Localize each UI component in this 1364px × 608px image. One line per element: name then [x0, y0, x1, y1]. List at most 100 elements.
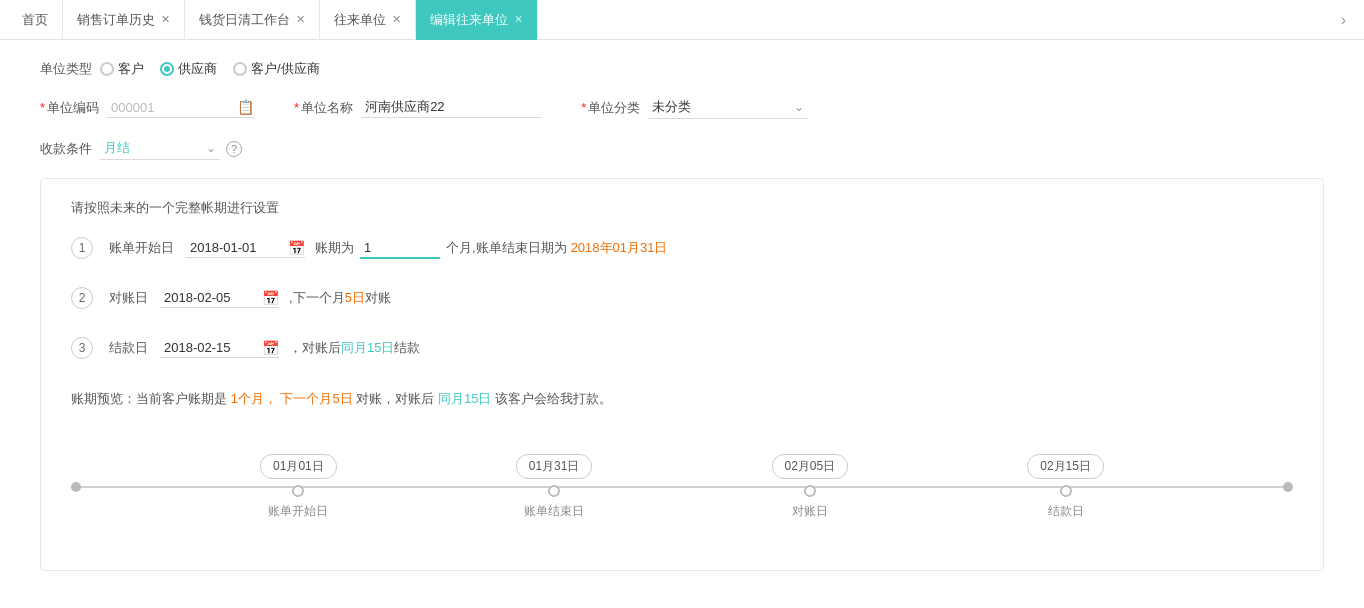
timeline-sub-2: 账单结束日	[524, 503, 584, 520]
timeline-sub-4: 结款日	[1048, 503, 1084, 520]
unit-category-value: 未分类	[652, 98, 788, 116]
step-row-2: 2 对账日 📅 ,下一个月5日 对账	[71, 287, 1293, 309]
timeline-sub-1: 账单开始日	[268, 503, 328, 520]
step1-mid-text: 账期为	[315, 239, 354, 257]
step3-prefix: ，对账后	[289, 339, 341, 357]
step3-highlight: 同月15日	[341, 339, 394, 357]
step-row-3: 3 结款日 📅 ，对账后 同月15日 结款	[71, 337, 1293, 359]
step1-suffix: 个月,账单结束日期为	[446, 239, 567, 257]
timeline-nodes: 01月01日 账单开始日 01月31日 账单结束日 02月05日 对账日	[71, 454, 1293, 520]
copy-icon[interactable]: 📋	[237, 99, 254, 115]
timeline-dot-3	[804, 485, 816, 497]
help-icon[interactable]: ?	[226, 141, 242, 157]
timeline-dot-2	[548, 485, 560, 497]
page-content: 单位类型 客户 供应商 客户/供应商 * 单位编码	[0, 40, 1364, 608]
timeline-badge-1: 01月01日	[260, 454, 337, 479]
timeline-badge-2: 01月31日	[516, 454, 593, 479]
payment-group: 收款条件 月结 ⌄ ?	[40, 137, 242, 160]
unit-name-input[interactable]	[361, 98, 541, 118]
unit-category-group: * 单位分类 未分类 ⌄	[581, 96, 808, 119]
payment-label: 收款条件	[40, 140, 92, 158]
unit-type-label: 单位类型	[40, 60, 92, 78]
radio-supplier[interactable]: 供应商	[160, 60, 217, 78]
step2-prefix: ,下一个月	[289, 289, 345, 307]
timeline-badge-3: 02月05日	[772, 454, 849, 479]
step3-date-input[interactable]	[160, 338, 260, 357]
step3-cal-icon[interactable]: 📅	[262, 340, 279, 356]
unit-code-label: 单位编码	[47, 99, 99, 117]
close-edit-partner[interactable]: ✕	[514, 13, 523, 26]
required-code: *	[40, 100, 45, 115]
unit-name-group: * 单位名称	[294, 98, 541, 118]
unit-category-select[interactable]: 未分类 ⌄	[648, 96, 808, 119]
timeline-right-end	[1283, 482, 1293, 492]
category-arrow-icon: ⌄	[794, 100, 804, 114]
unit-code-group: * 单位编码 📋	[40, 98, 254, 118]
tab-bar: 首页 销售订单历史 ✕ 钱货日清工作台 ✕ 往来单位 ✕ 编辑往来单位 ✕ ›	[0, 0, 1364, 40]
tab-more-icon[interactable]: ›	[1331, 11, 1356, 29]
step3-suffix: 结款	[394, 339, 420, 357]
preview-mid2: 对账，对账后	[356, 391, 434, 406]
timeline-dot-4	[1060, 485, 1072, 497]
preview-period: 1个月，	[231, 391, 277, 406]
radio-group-unit-type: 客户 供应商 客户/供应商	[100, 60, 320, 78]
step1-period-input[interactable]	[360, 238, 440, 259]
unit-code-input-wrap: 📋	[107, 98, 254, 118]
unit-type-group: 单位类型 客户 供应商 客户/供应商	[40, 60, 320, 78]
radio-both[interactable]: 客户/供应商	[233, 60, 320, 78]
preview-end: 同月15日	[438, 391, 491, 406]
step-num-1: 1	[71, 237, 93, 259]
payment-select[interactable]: 月结 ⌄	[100, 137, 220, 160]
step-num-2: 2	[71, 287, 93, 309]
step-num-3: 3	[71, 337, 93, 359]
tab-partners[interactable]: 往来单位 ✕	[320, 0, 416, 40]
tab-home[interactable]: 首页	[8, 0, 63, 40]
info-row: * 单位编码 📋 * 单位名称 * 单位分类 未分类 ⌄	[40, 96, 1324, 119]
step2-date-wrap: 📅	[160, 288, 279, 308]
tab-cashflow[interactable]: 钱货日清工作台 ✕	[185, 0, 320, 40]
close-cashflow[interactable]: ✕	[296, 13, 305, 26]
timeline-node-2: 01月31日 账单结束日	[516, 454, 593, 520]
step-label-1: 账单开始日	[109, 239, 174, 257]
unit-category-label: 单位分类	[588, 99, 640, 117]
step2-highlight: 5日	[345, 289, 365, 307]
preview-label: 账期预览：当前客户账期是	[71, 391, 227, 406]
unit-name-label: 单位名称	[301, 99, 353, 117]
preview-text-block: 账期预览：当前客户账期是 1个月， 下一个月5日 对账，对账后 同月15日 该客…	[71, 387, 1293, 410]
radio-customer-circle	[100, 62, 114, 76]
unit-code-input[interactable]	[107, 98, 237, 117]
radio-supplier-circle	[160, 62, 174, 76]
radio-customer[interactable]: 客户	[100, 60, 144, 78]
unit-type-row: 单位类型 客户 供应商 客户/供应商	[40, 60, 1324, 78]
payment-value: 月结	[104, 139, 200, 157]
close-partners[interactable]: ✕	[392, 13, 401, 26]
timeline-dot-1	[292, 485, 304, 497]
settings-panel: 请按照未来的一个完整帐期进行设置 1 账单开始日 📅 账期为 个月,账单结束日期…	[40, 178, 1324, 571]
timeline-node-4: 02月15日 结款日	[1027, 454, 1104, 520]
close-sales-history[interactable]: ✕	[161, 13, 170, 26]
step2-date-input[interactable]	[160, 288, 260, 307]
timeline-node-1: 01月01日 账单开始日	[260, 454, 337, 520]
step-row-1: 1 账单开始日 📅 账期为 个月,账单结束日期为 2018年01月31日	[71, 237, 1293, 259]
payment-arrow-icon: ⌄	[206, 141, 216, 155]
step1-cal-icon[interactable]: 📅	[288, 240, 305, 256]
payment-row: 收款条件 月结 ⌄ ?	[40, 137, 1324, 160]
radio-both-circle	[233, 62, 247, 76]
step1-end-date: 2018年01月31日	[571, 239, 668, 257]
step1-date-input[interactable]	[186, 238, 286, 257]
step2-cal-icon[interactable]: 📅	[262, 290, 279, 306]
tab-edit-partner[interactable]: 编辑往来单位 ✕	[416, 0, 538, 40]
step-label-2: 对账日	[109, 289, 148, 307]
timeline: 01月01日 账单开始日 01月31日 账单结束日 02月05日 对账日	[71, 434, 1293, 540]
panel-instruction: 请按照未来的一个完整帐期进行设置	[71, 199, 1293, 217]
tab-sales-history[interactable]: 销售订单历史 ✕	[63, 0, 185, 40]
timeline-left-end	[71, 482, 81, 492]
required-name: *	[294, 100, 299, 115]
timeline-sub-3: 对账日	[792, 503, 828, 520]
timeline-node-3: 02月05日 对账日	[772, 454, 849, 520]
required-category: *	[581, 100, 586, 115]
timeline-badge-4: 02月15日	[1027, 454, 1104, 479]
step2-suffix: 对账	[365, 289, 391, 307]
step-label-3: 结款日	[109, 339, 148, 357]
preview-tail: 该客户会给我打款。	[495, 391, 612, 406]
